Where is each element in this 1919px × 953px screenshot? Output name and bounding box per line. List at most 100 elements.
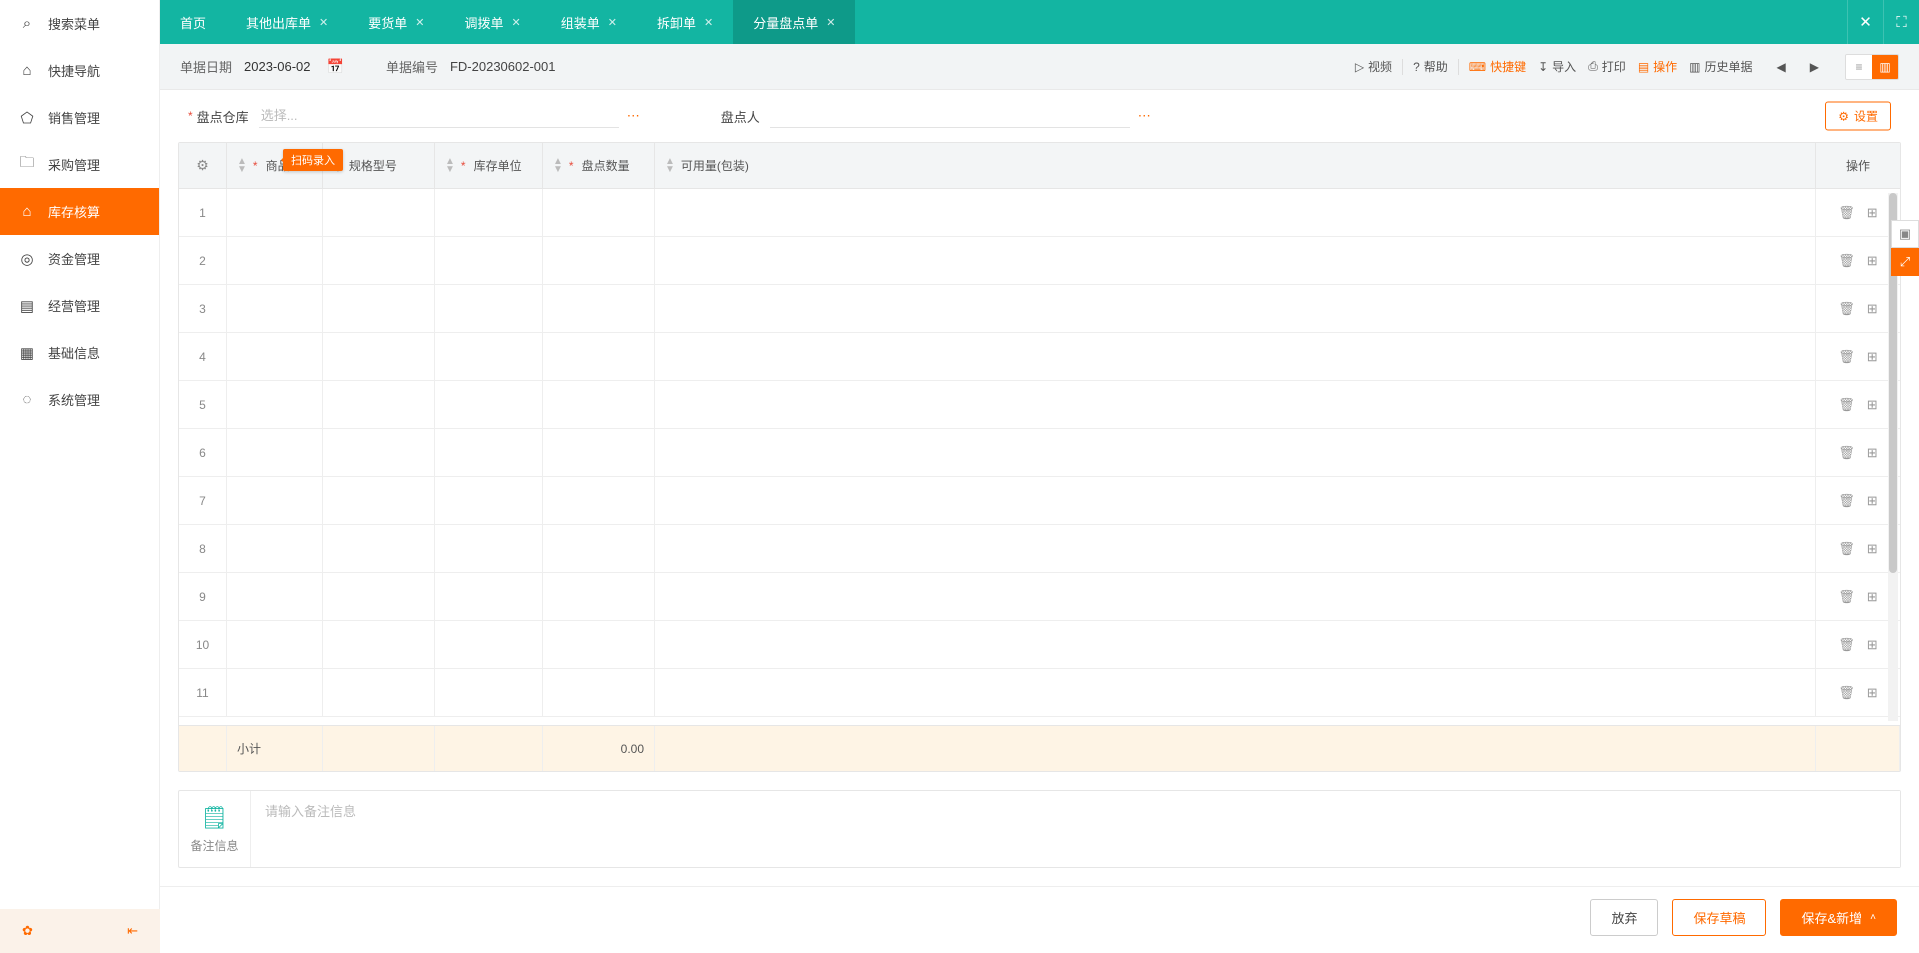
add-icon[interactable]: ⊞: [1867, 397, 1878, 413]
cell-spec[interactable]: [323, 477, 435, 524]
prev-doc-button[interactable]: ◀: [1771, 60, 1792, 74]
cell-avail[interactable]: [655, 429, 1816, 476]
delete-icon[interactable]: 🗑: [1838, 637, 1855, 653]
cell-product[interactable]: [227, 477, 323, 524]
close-icon[interactable]: ✕: [608, 16, 617, 29]
tab-4[interactable]: 组装单✕: [541, 0, 637, 44]
cell-unit[interactable]: [435, 237, 543, 284]
help-action[interactable]: ?帮助: [1407, 58, 1454, 75]
collapse-icon[interactable]: ⇤: [127, 923, 138, 939]
tab-2[interactable]: 要货单✕: [348, 0, 444, 44]
sidebar-item-4[interactable]: ⌂库存核算: [0, 188, 159, 235]
cell-unit[interactable]: [435, 429, 543, 476]
cell-unit[interactable]: [435, 333, 543, 380]
col-avail[interactable]: ▲▼ 可用量(包装): [655, 143, 1816, 188]
warehouse-more-icon[interactable]: ⋯: [627, 108, 641, 124]
sidebar-item-8[interactable]: ◌系统管理: [0, 376, 159, 423]
add-icon[interactable]: ⊞: [1867, 541, 1878, 557]
warehouse-input[interactable]: [259, 104, 619, 128]
delete-icon[interactable]: 🗑: [1838, 301, 1855, 317]
cell-qty[interactable]: [543, 525, 655, 572]
delete-icon[interactable]: 🗑: [1838, 493, 1855, 509]
tab-3[interactable]: 调拨单✕: [444, 0, 540, 44]
add-icon[interactable]: ⊞: [1867, 637, 1878, 653]
cell-product[interactable]: [227, 381, 323, 428]
save-draft-button[interactable]: 保存草稿: [1672, 899, 1766, 936]
tab-0[interactable]: 首页: [160, 0, 226, 44]
cell-avail[interactable]: [655, 573, 1816, 620]
add-icon[interactable]: ⊞: [1867, 493, 1878, 509]
delete-icon[interactable]: 🗑: [1838, 349, 1855, 365]
cell-spec[interactable]: [323, 333, 435, 380]
cell-avail[interactable]: [655, 237, 1816, 284]
tabs-close-button[interactable]: ✕: [1847, 0, 1883, 44]
remarks-input[interactable]: [251, 791, 1900, 867]
cell-avail[interactable]: [655, 477, 1816, 524]
cell-product[interactable]: [227, 573, 323, 620]
cell-spec[interactable]: [323, 525, 435, 572]
cell-spec[interactable]: [323, 285, 435, 332]
sidebar-item-6[interactable]: ▤经营管理: [0, 282, 159, 329]
cell-product[interactable]: [227, 285, 323, 332]
close-icon[interactable]: ✕: [319, 16, 328, 29]
operate-action[interactable]: ▤操作: [1632, 58, 1683, 75]
delete-icon[interactable]: 🗑: [1838, 253, 1855, 269]
delete-icon[interactable]: 🗑: [1838, 541, 1855, 557]
cell-qty[interactable]: [543, 381, 655, 428]
cell-spec[interactable]: [323, 381, 435, 428]
cell-spec[interactable]: [323, 621, 435, 668]
history-action[interactable]: ▥历史单据: [1683, 58, 1758, 75]
discard-button[interactable]: 放弃: [1590, 899, 1658, 936]
settings-icon[interactable]: ✿: [22, 923, 33, 939]
cell-product[interactable]: [227, 669, 323, 716]
scan-badge[interactable]: 扫码录入: [283, 149, 343, 171]
person-more-icon[interactable]: ⋯: [1138, 108, 1152, 124]
cell-avail[interactable]: [655, 621, 1816, 668]
cell-product[interactable]: [227, 237, 323, 284]
calendar-icon[interactable]: 📅: [327, 58, 344, 75]
settings-button[interactable]: ⚙ 设置: [1825, 102, 1891, 131]
sidebar-item-7[interactable]: ▦基础信息: [0, 329, 159, 376]
cell-avail[interactable]: [655, 525, 1816, 572]
cell-avail[interactable]: [655, 381, 1816, 428]
tabs-fullscreen-button[interactable]: ⛶: [1883, 0, 1919, 44]
add-icon[interactable]: ⊞: [1867, 205, 1878, 221]
cell-qty[interactable]: [543, 477, 655, 524]
cell-avail[interactable]: [655, 189, 1816, 236]
sidebar-item-3[interactable]: 🗀采购管理: [0, 141, 159, 188]
cell-product[interactable]: [227, 189, 323, 236]
cell-product[interactable]: [227, 525, 323, 572]
close-icon[interactable]: ✕: [415, 16, 424, 29]
video-action[interactable]: ▷视频: [1349, 58, 1398, 75]
cell-unit[interactable]: [435, 477, 543, 524]
print-action[interactable]: ⎙打印: [1582, 58, 1632, 75]
cell-unit[interactable]: [435, 621, 543, 668]
cell-unit[interactable]: [435, 381, 543, 428]
add-icon[interactable]: ⊞: [1867, 589, 1878, 605]
tab-1[interactable]: 其他出库单✕: [226, 0, 348, 44]
cell-spec[interactable]: [323, 573, 435, 620]
cell-spec[interactable]: [323, 189, 435, 236]
add-icon[interactable]: ⊞: [1867, 685, 1878, 701]
cell-qty[interactable]: [543, 189, 655, 236]
cell-product[interactable]: [227, 333, 323, 380]
sidebar-item-5[interactable]: ◎资金管理: [0, 235, 159, 282]
header-gear-icon[interactable]: ⚙: [179, 143, 227, 188]
cell-qty[interactable]: [543, 573, 655, 620]
cell-qty[interactable]: [543, 669, 655, 716]
view-list-button[interactable]: ≡: [1846, 55, 1872, 79]
delete-icon[interactable]: 🗑: [1838, 445, 1855, 461]
col-unit[interactable]: ▲▼ * 库存单位: [435, 143, 543, 188]
cell-qty[interactable]: [543, 285, 655, 332]
float-btn-1[interactable]: ▣: [1891, 220, 1919, 248]
import-action[interactable]: ↧导入: [1532, 58, 1582, 75]
cell-unit[interactable]: [435, 573, 543, 620]
sidebar-item-1[interactable]: ⌂快捷导航: [0, 47, 159, 94]
cell-unit[interactable]: [435, 525, 543, 572]
delete-icon[interactable]: 🗑: [1838, 397, 1855, 413]
sidebar-item-0[interactable]: ⌕搜索菜单: [0, 0, 159, 47]
person-input[interactable]: [770, 104, 1130, 128]
close-icon[interactable]: ✕: [704, 16, 713, 29]
col-qty[interactable]: ▲▼ * 盘点数量: [543, 143, 655, 188]
cell-avail[interactable]: [655, 669, 1816, 716]
